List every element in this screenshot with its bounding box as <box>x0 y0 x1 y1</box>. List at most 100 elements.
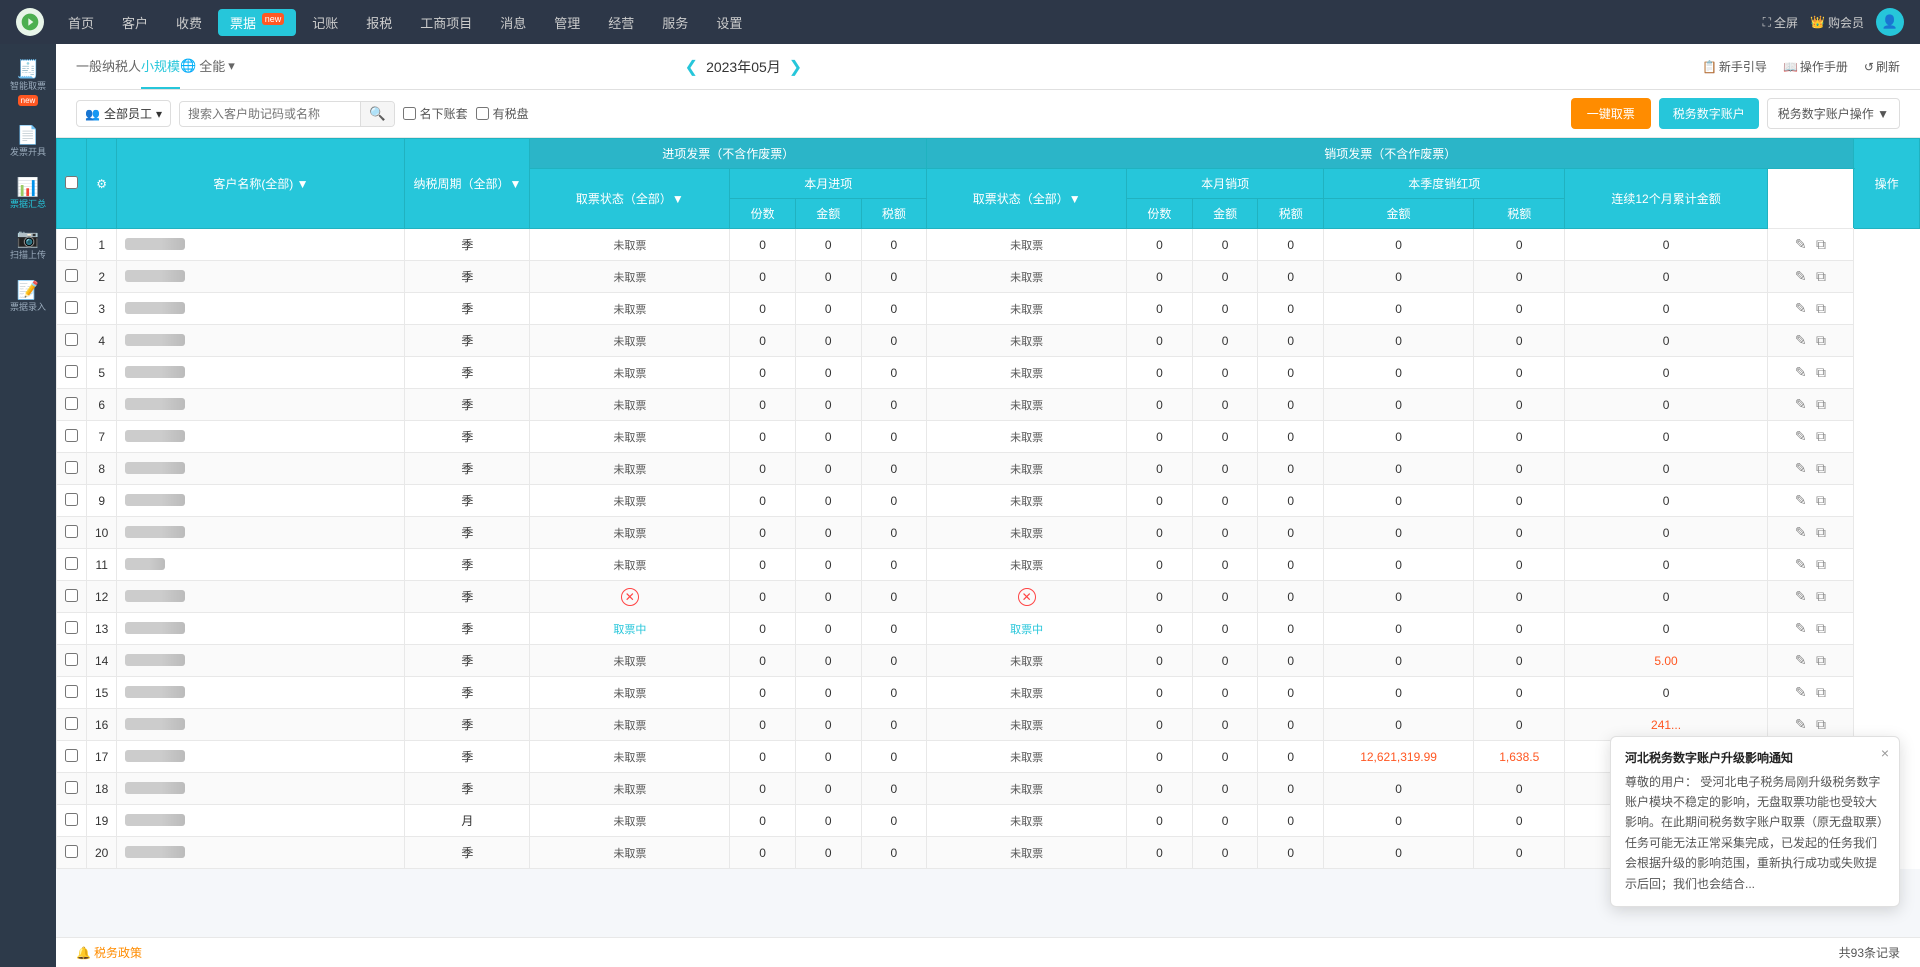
sidebar-item-invoice-open[interactable]: 📄 发票开具 <box>2 118 54 166</box>
tab-small-scale[interactable]: 小规模 <box>141 44 180 89</box>
in-fetch-status-cell[interactable]: 未取票 <box>530 549 730 581</box>
nav-settings[interactable]: 设置 <box>704 9 754 36</box>
in-fetch-status-cell[interactable]: 未取票 <box>530 229 730 261</box>
sidebar-item-scan-upload[interactable]: 📷 扫描上传 <box>2 221 54 269</box>
customer-name-cell[interactable] <box>117 421 405 453</box>
copy-button[interactable]: ⧉ <box>1813 683 1829 702</box>
in-fetch-status-cell[interactable]: 未取票 <box>530 645 730 677</box>
customer-name-cell[interactable] <box>117 773 405 805</box>
row-checkbox[interactable] <box>65 397 78 410</box>
nav-invoice[interactable]: 票据 new <box>218 9 296 36</box>
out-fetch-status-cell[interactable]: 未取票 <box>927 261 1127 293</box>
copy-button[interactable]: ⧉ <box>1813 523 1829 542</box>
refresh-link[interactable]: ↺ 刷新 <box>1864 58 1900 75</box>
out-fetch-status-cell[interactable]: 未取票 <box>927 485 1127 517</box>
row-checkbox[interactable] <box>65 525 78 538</box>
member-btn[interactable]: 👑 购会员 <box>1810 14 1864 31</box>
out-fetch-status-cell[interactable]: 取票中 <box>927 613 1127 645</box>
checkbox-sub-account[interactable]: 名下账套 <box>403 105 468 122</box>
tax-digital-op-button[interactable]: 税务数字账户操作 ▼ <box>1767 98 1900 129</box>
next-month-button[interactable]: ❯ <box>789 57 802 77</box>
copy-button[interactable]: ⧉ <box>1813 587 1829 606</box>
copy-button[interactable]: ⧉ <box>1813 619 1829 638</box>
in-fetch-status-cell[interactable]: 未取票 <box>530 357 730 389</box>
nav-bookkeeping[interactable]: 记账 <box>300 9 350 36</box>
sidebar-item-invoice-entry[interactable]: 📝 票据录入 <box>2 273 54 321</box>
copy-button[interactable]: ⧉ <box>1813 491 1829 510</box>
nav-tax[interactable]: 报税 <box>354 9 404 36</box>
user-avatar[interactable]: 👤 <box>1876 8 1904 36</box>
customer-name-cell[interactable] <box>117 645 405 677</box>
row-checkbox[interactable] <box>65 717 78 730</box>
in-fetch-status-cell[interactable]: 未取票 <box>530 421 730 453</box>
nav-service[interactable]: 服务 <box>650 9 700 36</box>
customer-name-cell[interactable] <box>117 581 405 613</box>
nav-home[interactable]: 首页 <box>56 9 106 36</box>
tax-policy-link[interactable]: 🔔 税务政策 <box>76 944 142 961</box>
edit-button[interactable]: ✎ <box>1792 427 1810 446</box>
one-key-fetch-button[interactable]: 一键取票 <box>1571 98 1651 129</box>
out-fetch-status-cell[interactable]: 未取票 <box>927 773 1127 805</box>
manual-link[interactable]: 📖 操作手册 <box>1783 58 1848 75</box>
row-checkbox[interactable] <box>65 269 78 282</box>
copy-button[interactable]: ⧉ <box>1813 715 1829 734</box>
customer-name-cell[interactable] <box>117 549 405 581</box>
row-checkbox[interactable] <box>65 589 78 602</box>
in-fetch-status-cell[interactable]: 未取票 <box>530 325 730 357</box>
edit-button[interactable]: ✎ <box>1792 555 1810 574</box>
in-fetch-status-cell[interactable]: 取票中 <box>530 613 730 645</box>
row-checkbox[interactable] <box>65 813 78 826</box>
edit-button[interactable]: ✎ <box>1792 491 1810 510</box>
copy-button[interactable]: ⧉ <box>1813 651 1829 670</box>
out-fetch-status-cell[interactable]: 未取票 <box>927 389 1127 421</box>
row-checkbox[interactable] <box>65 461 78 474</box>
in-fetch-status-cell[interactable]: 未取票 <box>530 773 730 805</box>
in-fetch-status-cell[interactable]: 未取票 <box>530 293 730 325</box>
out-fetch-status-cell[interactable]: 未取票 <box>927 293 1127 325</box>
customer-name-cell[interactable] <box>117 709 405 741</box>
out-fetch-status-cell[interactable]: 未取票 <box>927 421 1127 453</box>
row-checkbox[interactable] <box>65 685 78 698</box>
in-fetch-status-cell[interactable]: 未取票 <box>530 517 730 549</box>
in-fetch-status-cell[interactable]: 未取票 <box>530 741 730 773</box>
edit-button[interactable]: ✎ <box>1792 299 1810 318</box>
checkbox-has-tax-device[interactable]: 有税盘 <box>476 105 529 122</box>
out-fetch-status-cell[interactable]: 未取票 <box>927 709 1127 741</box>
staff-selector[interactable]: 👥 全部员工 ▾ <box>76 100 171 127</box>
customer-name-cell[interactable] <box>117 293 405 325</box>
row-checkbox[interactable] <box>65 845 78 858</box>
copy-button[interactable]: ⧉ <box>1813 267 1829 286</box>
out-fetch-status-cell[interactable]: 未取票 <box>927 517 1127 549</box>
row-checkbox[interactable] <box>65 429 78 442</box>
customer-name-cell[interactable] <box>117 261 405 293</box>
in-fetch-status-cell[interactable]: 未取票 <box>530 805 730 837</box>
new-guide-link[interactable]: 📋 新手引导 <box>1702 58 1767 75</box>
customer-name-cell[interactable] <box>117 453 405 485</box>
search-button[interactable]: 🔍 <box>360 102 394 126</box>
nav-fee[interactable]: 收费 <box>164 9 214 36</box>
tax-digital-button[interactable]: 税务数字账户 <box>1659 98 1759 129</box>
nav-message[interactable]: 消息 <box>488 9 538 36</box>
edit-button[interactable]: ✎ <box>1792 363 1810 382</box>
nav-operation[interactable]: 经营 <box>596 9 646 36</box>
out-fetch-status-cell[interactable]: 未取票 <box>927 453 1127 485</box>
copy-button[interactable]: ⧉ <box>1813 459 1829 478</box>
copy-button[interactable]: ⧉ <box>1813 299 1829 318</box>
customer-name-cell[interactable] <box>117 613 405 645</box>
edit-button[interactable]: ✎ <box>1792 651 1810 670</box>
out-fetch-status-cell[interactable]: 未取票 <box>927 549 1127 581</box>
nav-manage[interactable]: 管理 <box>542 9 592 36</box>
in-fetch-status-cell[interactable]: ✕ <box>530 581 730 613</box>
th-tax-period[interactable]: 纳税周期（全部）▼ <box>405 139 530 229</box>
in-fetch-status-cell[interactable]: 未取票 <box>530 261 730 293</box>
customer-name-cell[interactable] <box>117 741 405 773</box>
edit-button[interactable]: ✎ <box>1792 715 1810 734</box>
copy-button[interactable]: ⧉ <box>1813 363 1829 382</box>
copy-button[interactable]: ⧉ <box>1813 235 1829 254</box>
th-in-fetch-status[interactable]: 取票状态（全部）▼ <box>530 169 730 229</box>
copy-button[interactable]: ⧉ <box>1813 555 1829 574</box>
out-fetch-status-cell[interactable]: 未取票 <box>927 325 1127 357</box>
out-fetch-status-cell[interactable]: 未取票 <box>927 837 1127 869</box>
row-checkbox[interactable] <box>65 237 78 250</box>
customer-name-cell[interactable] <box>117 805 405 837</box>
